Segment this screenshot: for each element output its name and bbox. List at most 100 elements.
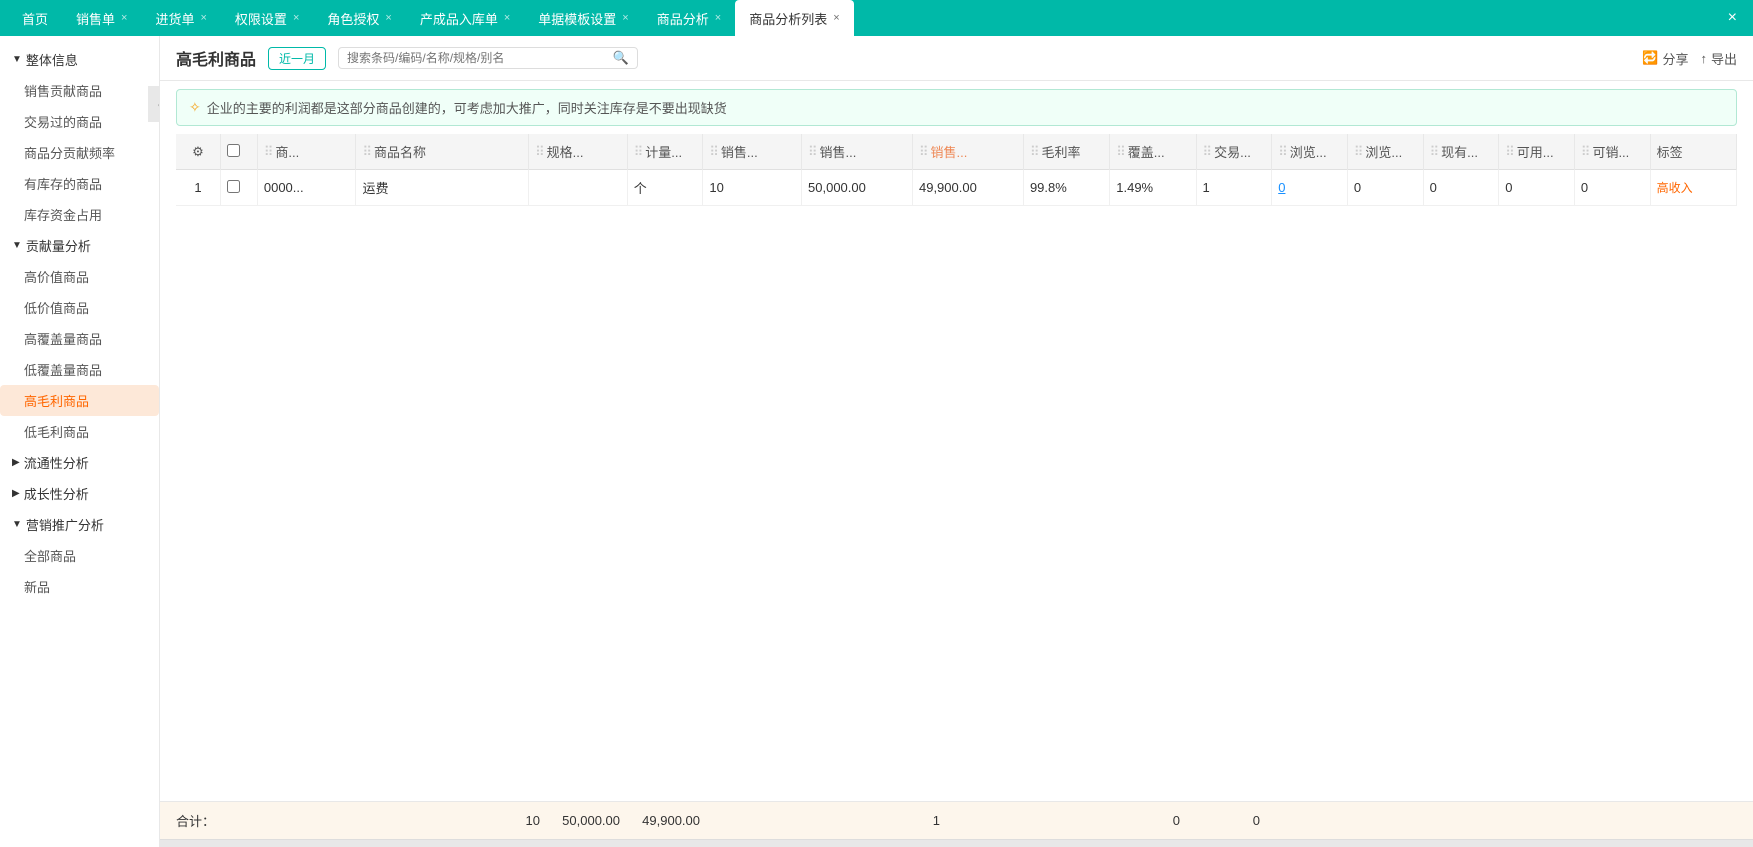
cell-transactions: 1 bbox=[1196, 170, 1272, 206]
sidebar-item-traded[interactable]: 交易过的商品 bbox=[0, 106, 159, 137]
close-sales-tab[interactable]: × bbox=[121, 12, 127, 24]
export-icon: ↑ bbox=[1700, 51, 1707, 66]
nav-analysis-list[interactable]: 商品分析列表 × bbox=[735, 0, 853, 36]
nav-product-analysis[interactable]: 商品分析 × bbox=[643, 0, 735, 36]
col-sep-icon13: ⠿ bbox=[1430, 144, 1440, 160]
col-current-header: ⠿ 现有... bbox=[1423, 134, 1499, 170]
footer-sales-amount: 50,000.00 bbox=[546, 813, 626, 828]
col-available-header: ⠿ 可用... bbox=[1499, 134, 1575, 170]
sidebar-item-contrib-freq[interactable]: 商品分贡献频率 bbox=[0, 137, 159, 168]
sidebar-group-general[interactable]: ▼ 整体信息 bbox=[0, 44, 159, 75]
table-header-row: ⚙ ⠿ 商... ⠿ bbox=[176, 134, 1737, 170]
sidebar-collapse-btn[interactable]: 《 bbox=[148, 86, 160, 122]
col-margin-header: ⠿ 毛利率 bbox=[1023, 134, 1109, 170]
sidebar-item-low-value[interactable]: 低价值商品 bbox=[0, 292, 159, 323]
footer-cells: 合计： 10 50,000.00 49,900.00 1 0 0 bbox=[176, 811, 1737, 830]
sidebar-item-high-coverage[interactable]: 高覆盖量商品 bbox=[0, 323, 159, 354]
select-all-checkbox[interactable] bbox=[227, 144, 240, 157]
col-sep-icon5: ⠿ bbox=[709, 144, 719, 160]
col-sep-icon15: ⠿ bbox=[1581, 144, 1591, 160]
col-sep-icon2: ⠿ bbox=[362, 144, 372, 160]
sidebar-group-growth[interactable]: ▶ 成长性分析 bbox=[0, 478, 159, 509]
search-icon[interactable]: 🔍 bbox=[613, 50, 629, 66]
close-permission-tab[interactable]: × bbox=[293, 12, 299, 24]
cell-tag: 高收入 bbox=[1650, 170, 1736, 206]
arrow-down-icon-2: ▼ bbox=[12, 240, 22, 251]
settings-icon: ⚙ bbox=[192, 144, 204, 159]
cell-margin: 99.8% bbox=[1023, 170, 1109, 206]
info-banner: ✧ 企业的主要的利润都是这部分商品创建的，可考虑加大推广，同时关注库存是不要出现… bbox=[176, 89, 1737, 126]
sidebar-item-high-margin[interactable]: 高毛利商品 bbox=[0, 385, 159, 416]
col-sep-icon12: ⠿ bbox=[1354, 144, 1364, 160]
cell-code: 0000... bbox=[257, 170, 356, 206]
cell-index: 1 bbox=[176, 170, 220, 206]
col-code-header: ⠿ 商... bbox=[257, 134, 356, 170]
footer-transactions: 1 bbox=[866, 813, 946, 828]
cell-views1[interactable]: 0 bbox=[1272, 170, 1348, 206]
col-sep-icon6: ⠿ bbox=[808, 144, 818, 160]
cell-checkbox[interactable] bbox=[220, 170, 257, 206]
close-all-tabs[interactable]: × bbox=[1720, 9, 1745, 27]
col-sep-icon8: ⠿ bbox=[1030, 144, 1040, 160]
nav-template[interactable]: 单据模板设置 × bbox=[524, 0, 642, 36]
footer-sales-profit: 49,900.00 bbox=[626, 813, 706, 828]
sidebar-item-sales-contrib[interactable]: 销售贡献商品 bbox=[0, 75, 159, 106]
col-trans-header: ⠿ 交易... bbox=[1196, 134, 1272, 170]
share-icon: 🔁 bbox=[1642, 50, 1658, 66]
col-sep-icon7: ⠿ bbox=[919, 144, 929, 160]
sidebar-group-liquidity[interactable]: ▶ 流通性分析 bbox=[0, 447, 159, 478]
footer-available: 0 bbox=[1186, 813, 1266, 828]
arrow-right-icon-2: ▶ bbox=[12, 488, 20, 499]
footer-current: 0 bbox=[1106, 813, 1186, 828]
close-template-tab[interactable]: × bbox=[622, 12, 628, 24]
cell-views2: 0 bbox=[1347, 170, 1423, 206]
col-sales-amount-header: ⠿ 销售... bbox=[802, 134, 913, 170]
footer-sales-qty: 10 bbox=[466, 813, 546, 828]
sidebar-item-high-value[interactable]: 高价值商品 bbox=[0, 261, 159, 292]
col-coverage-header: ⠿ 覆盖... bbox=[1110, 134, 1196, 170]
top-nav: 首页 销售单 × 进货单 × 权限设置 × 角色授权 × 产成品入库单 × 单据… bbox=[0, 0, 1753, 36]
sidebar-item-all-products[interactable]: 全部商品 bbox=[0, 540, 159, 571]
sidebar-item-new-products[interactable]: 新品 bbox=[0, 571, 159, 602]
nav-product-in[interactable]: 产成品入库单 × bbox=[406, 0, 524, 36]
close-purchase-tab[interactable]: × bbox=[200, 12, 206, 24]
date-filter-btn[interactable]: 近一月 bbox=[268, 47, 326, 70]
sidebar-item-low-coverage[interactable]: 低覆盖量商品 bbox=[0, 354, 159, 385]
col-checkbox[interactable] bbox=[220, 134, 257, 170]
product-table: ⚙ ⠿ 商... ⠿ bbox=[176, 134, 1737, 206]
sidebar: 《 ▼ 整体信息 销售贡献商品 交易过的商品 商品分贡献频率 有库存的商品 库存… bbox=[0, 36, 160, 847]
bottom-scrollbar[interactable] bbox=[160, 839, 1753, 847]
sidebar-item-low-margin[interactable]: 低毛利商品 bbox=[0, 416, 159, 447]
table-container: ⚙ ⠿ 商... ⠿ bbox=[160, 134, 1753, 801]
cell-available: 0 bbox=[1499, 170, 1575, 206]
arrow-down-icon-3: ▼ bbox=[12, 519, 22, 530]
col-views1-header: ⠿ 浏览... bbox=[1272, 134, 1348, 170]
close-role-tab[interactable]: × bbox=[385, 12, 391, 24]
col-unit-header: ⠿ 计量... bbox=[627, 134, 703, 170]
export-btn[interactable]: ↑ 导出 bbox=[1700, 49, 1737, 68]
sidebar-item-stock-capital[interactable]: 库存资金占用 bbox=[0, 199, 159, 230]
sidebar-item-in-stock[interactable]: 有库存的商品 bbox=[0, 168, 159, 199]
row-checkbox[interactable] bbox=[227, 180, 240, 193]
nav-purchase[interactable]: 进货单 × bbox=[141, 0, 220, 36]
search-input[interactable] bbox=[347, 51, 609, 65]
sidebar-group-contrib[interactable]: ▼ 贡献量分析 bbox=[0, 230, 159, 261]
table-row: 1 0000... 运费 个 10 50,000.00 49,900.00 99… bbox=[176, 170, 1737, 206]
cell-sales-qty: 10 bbox=[703, 170, 802, 206]
cell-saleable: 0 bbox=[1574, 170, 1650, 206]
nav-home[interactable]: 首页 bbox=[8, 0, 62, 36]
close-analysis-list-tab[interactable]: × bbox=[833, 12, 839, 24]
share-btn[interactable]: 🔁 分享 bbox=[1642, 49, 1688, 68]
nav-sales[interactable]: 销售单 × bbox=[62, 0, 141, 36]
arrow-right-icon: ▶ bbox=[12, 457, 20, 468]
close-analysis-tab[interactable]: × bbox=[715, 12, 721, 24]
col-sep-icon14: ⠿ bbox=[1505, 144, 1515, 160]
nav-permission[interactable]: 权限设置 × bbox=[221, 0, 313, 36]
cell-unit: 个 bbox=[627, 170, 703, 206]
col-settings[interactable]: ⚙ bbox=[176, 134, 220, 170]
nav-role[interactable]: 角色授权 × bbox=[313, 0, 405, 36]
cell-name: 运费 bbox=[356, 170, 529, 206]
close-product-in-tab[interactable]: × bbox=[504, 12, 510, 24]
sidebar-group-marketing[interactable]: ▼ 营销推广分析 bbox=[0, 509, 159, 540]
footer-label: 合计： bbox=[176, 811, 466, 830]
